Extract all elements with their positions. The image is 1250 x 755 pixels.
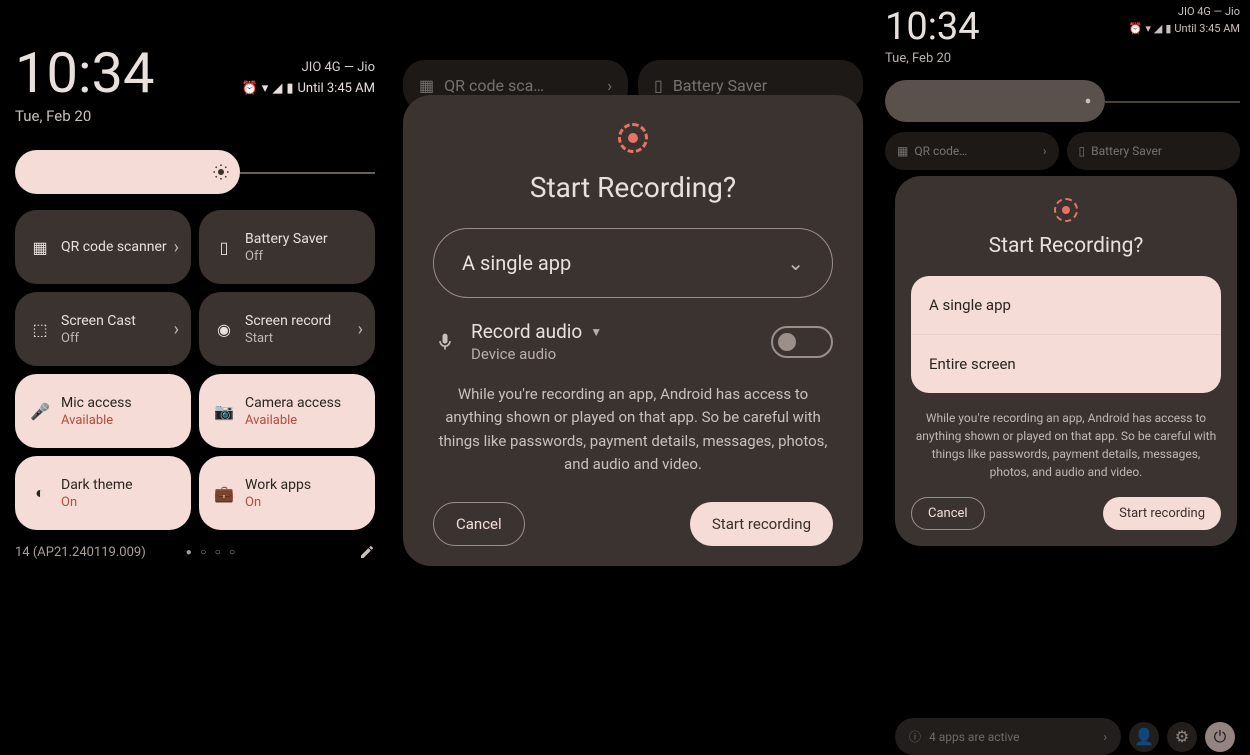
brightness-icon bbox=[1081, 94, 1095, 108]
carrier-label: JIO 4G — Jio bbox=[1129, 5, 1240, 18]
dark-icon: ◐ bbox=[29, 482, 51, 504]
tile-title: Screen Cast bbox=[61, 313, 177, 329]
chevron-right-icon: › bbox=[174, 319, 179, 340]
active-apps-pill[interactable]: ⓘ 4 apps are active › bbox=[895, 718, 1121, 755]
battery-icon: ▯ bbox=[213, 236, 235, 258]
user-icon[interactable]: 👤 bbox=[1129, 722, 1159, 752]
brightness-icon bbox=[212, 163, 230, 181]
until-label: Until 3:45 AM bbox=[297, 81, 375, 96]
quick-settings-panel: 10:34 Tue, Feb 20 JIO 4G — Jio ⏰ ▾ ◢ ▮ U… bbox=[15, 45, 375, 560]
dropdown-caret-icon[interactable]: ▼ bbox=[590, 325, 602, 339]
info-icon: ⓘ bbox=[909, 728, 921, 745]
brightness-slider[interactable] bbox=[885, 80, 1240, 122]
cancel-button[interactable]: Cancel bbox=[911, 497, 985, 530]
camera-icon: 📷 bbox=[213, 400, 235, 422]
cast-icon: ⬚ bbox=[29, 318, 51, 340]
record-icon bbox=[423, 123, 843, 153]
option-entire-screen[interactable]: Entire screen bbox=[911, 334, 1221, 393]
chevron-down-icon: ⌄ bbox=[787, 251, 804, 275]
tile-title: QR code scanner bbox=[61, 239, 177, 255]
bg-tile-qr: ▦QR code…› bbox=[885, 132, 1059, 170]
start-recording-button[interactable]: Start recording bbox=[1103, 497, 1221, 530]
tile-subtitle: On bbox=[61, 495, 177, 510]
settings-icon[interactable]: ⚙ bbox=[1167, 722, 1197, 752]
signal-icon: ◢ bbox=[272, 81, 282, 96]
tile-title: Screen record bbox=[245, 313, 361, 329]
alarm-icon: ⏰ bbox=[242, 81, 258, 96]
start-recording-dialog: Start Recording? A single app ⌄ Record a… bbox=[403, 95, 863, 566]
tile-subtitle: Start bbox=[245, 331, 361, 346]
power-icon[interactable]: ⏻ bbox=[1205, 722, 1235, 752]
tile-camera-access[interactable]: 📷 Camera access Available bbox=[199, 374, 375, 448]
audio-toggle[interactable] bbox=[771, 326, 833, 358]
wifi-icon: ▾ bbox=[1145, 22, 1151, 35]
battery-icon: ▮ bbox=[286, 81, 293, 96]
bg-tile-battery: ▯Battery Saver bbox=[1067, 132, 1241, 170]
tile-title: Dark theme bbox=[61, 477, 177, 493]
cancel-button[interactable]: Cancel bbox=[433, 502, 525, 546]
tile-title: Camera access bbox=[245, 395, 361, 411]
start-recording-dialog-options: Start Recording? A single app Entire scr… bbox=[895, 176, 1237, 546]
battery-icon: ▯ bbox=[654, 76, 663, 95]
tile-subtitle: Available bbox=[61, 413, 177, 428]
tile-mic-access[interactable]: 🎤 Mic access Available bbox=[15, 374, 191, 448]
clock: 10:34 bbox=[885, 5, 980, 49]
dialog-title: Start Recording? bbox=[423, 171, 843, 204]
edit-icon[interactable] bbox=[359, 544, 375, 560]
warning-text: While you're recording an app, Android h… bbox=[423, 383, 843, 476]
carrier-label: JIO 4G — Jio bbox=[242, 60, 375, 75]
build-label: 14 (AP21.240119.009) bbox=[15, 545, 146, 560]
start-recording-button[interactable]: Start recording bbox=[690, 502, 833, 546]
signal-icon: ◢ bbox=[1154, 22, 1162, 35]
date: Tue, Feb 20 bbox=[885, 51, 980, 66]
chevron-right-icon: › bbox=[1103, 730, 1107, 744]
work-icon: 💼 bbox=[213, 482, 235, 504]
tile-work-apps[interactable]: 💼 Work apps On bbox=[199, 456, 375, 530]
until-label: Until 3:45 AM bbox=[1174, 22, 1240, 35]
tile-dark-theme[interactable]: ◐ Dark theme On bbox=[15, 456, 191, 530]
qr-icon: ▦ bbox=[29, 236, 51, 258]
audio-title: Record audio bbox=[471, 320, 582, 343]
mic-icon: 🎤 bbox=[29, 400, 51, 422]
alarm-icon: ⏰ bbox=[1129, 22, 1143, 35]
qr-icon: ▦ bbox=[419, 76, 434, 95]
chevron-right-icon: › bbox=[358, 319, 363, 340]
tile-battery-saver[interactable]: ▯ Battery Saver Off bbox=[199, 210, 375, 284]
tile-subtitle: On bbox=[245, 495, 361, 510]
mic-icon bbox=[433, 332, 457, 352]
option-single-app[interactable]: A single app bbox=[911, 276, 1221, 334]
battery-icon: ▮ bbox=[1165, 22, 1171, 35]
tile-subtitle: Off bbox=[245, 249, 361, 264]
tile-subtitle: Available bbox=[245, 413, 361, 428]
footer-bar: ⓘ 4 apps are active › 👤 ⚙ ⏻ bbox=[895, 718, 1235, 755]
chevron-right-icon: › bbox=[174, 237, 179, 258]
page-indicator: ● ○ ○ ○ bbox=[186, 547, 239, 558]
tile-qr-code-scanner[interactable]: ▦ QR code scanner › bbox=[15, 210, 191, 284]
warning-text: While you're recording an app, Android h… bbox=[911, 409, 1221, 481]
scope-dropdown[interactable]: A single app ⌄ bbox=[433, 228, 833, 298]
tile-screen-record[interactable]: ◉ Screen record Start › bbox=[199, 292, 375, 366]
brightness-slider[interactable] bbox=[15, 150, 375, 194]
scope-options: A single app Entire screen bbox=[911, 276, 1221, 393]
wifi-icon: ▾ bbox=[262, 81, 269, 96]
dropdown-value: A single app bbox=[462, 251, 571, 275]
tile-screen-cast[interactable]: ⬚ Screen Cast Off › bbox=[15, 292, 191, 366]
record-audio-row[interactable]: Record audio ▼ Device audio bbox=[423, 320, 843, 363]
dialog-title: Start Recording? bbox=[911, 234, 1221, 258]
tile-title: Mic access bbox=[61, 395, 177, 411]
panel3: 10:34 Tue, Feb 20 JIO 4G — Jio ⏰ ▾ ◢ ▮ U… bbox=[885, 5, 1240, 170]
audio-subtitle: Device audio bbox=[471, 345, 757, 363]
record-icon bbox=[911, 198, 1221, 222]
status-bar: JIO 4G — Jio ⏰ ▾ ◢ ▮ Until 3:45 AM bbox=[242, 60, 375, 96]
tile-title: Battery Saver bbox=[245, 231, 361, 247]
record-icon: ◉ bbox=[213, 318, 235, 340]
date: Tue, Feb 20 bbox=[15, 107, 375, 125]
tile-title: Work apps bbox=[245, 477, 361, 493]
tile-subtitle: Off bbox=[61, 331, 177, 346]
